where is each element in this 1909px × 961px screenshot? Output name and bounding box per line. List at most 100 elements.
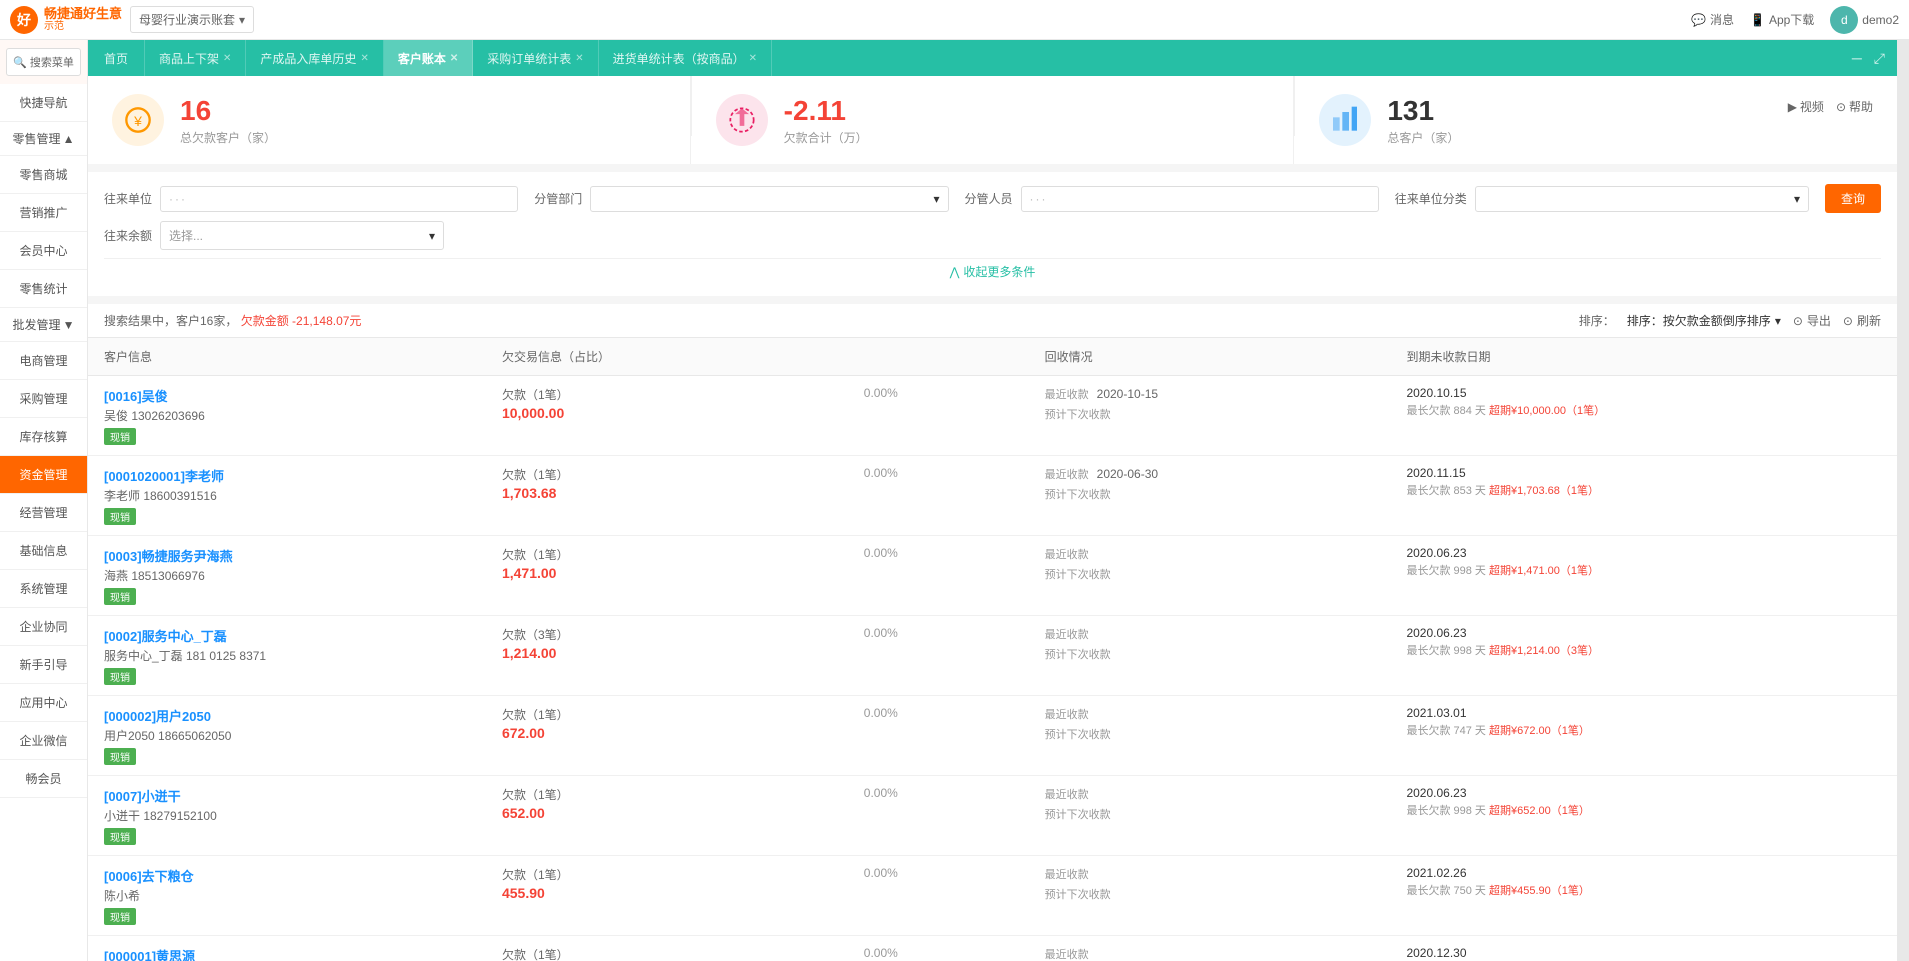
sidebar-item-zero-retail-mgmt[interactable]: 零售管理 ▲ <box>0 122 87 156</box>
next-collect-1: 预计下次收款 <box>1045 486 1375 502</box>
avatar: d <box>1830 6 1858 34</box>
app-download-btn[interactable]: 📱 App下载 <box>1750 11 1814 28</box>
filter-person: 分管人员 ··· <box>965 186 1379 212</box>
filter-row-2: 往来余额 选择... ▾ <box>104 221 1881 250</box>
search-icon: 🔍 <box>13 56 27 69</box>
search-menu-btn[interactable]: 🔍 搜索菜单 <box>6 48 81 76</box>
dept-select[interactable]: ▾ <box>590 186 948 212</box>
company-selector[interactable]: 母婴行业演示账套 ▾ <box>130 6 254 33</box>
arrow-icon: ▲ <box>63 132 75 146</box>
cell-percent-5: 0.00% <box>848 776 1029 856</box>
tab-close-icon3[interactable]: ✕ <box>450 53 458 64</box>
debt-amount-3[interactable]: 1,214.00 <box>502 645 832 661</box>
sidebar-item-inventory[interactable]: 库存核算 <box>0 418 87 456</box>
debt-count-7: 欠款（1笔） <box>502 946 832 961</box>
tab-customer-account[interactable]: 客户账本 ✕ <box>384 40 473 76</box>
refresh-btn[interactable]: ⊙ 刷新 <box>1843 312 1881 329</box>
customer-phone-2: 海燕 18513066976 <box>104 567 470 584</box>
sidebar-item-member-center[interactable]: 会员中心 <box>0 232 87 270</box>
sidebar-item-batch-mgmt[interactable]: 批发管理 ▼ <box>0 308 87 342</box>
overdue-link-5[interactable]: 超期¥652.00（1笔） <box>1489 805 1590 817</box>
debt-amount-4[interactable]: 672.00 <box>502 725 832 741</box>
customer-name-2[interactable]: [0003]畅捷服务尹海燕 <box>104 546 470 565</box>
overdue-link-4[interactable]: 超期¥672.00（1笔） <box>1489 725 1590 737</box>
cell-due-0: 2020.10.15 最长欠款 884 天 超期¥10,000.00（1笔） <box>1390 376 1897 456</box>
sidebar-item-purchase[interactable]: 采购管理 <box>0 380 87 418</box>
sidebar-item-enterprise-collab[interactable]: 企业协同 <box>0 608 87 646</box>
sidebar-item-zero-retail-mall[interactable]: 零售商城 <box>0 156 87 194</box>
due-date-4: 2021.03.01 <box>1406 706 1881 720</box>
sidebar-item-zero-retail-stats[interactable]: 零售统计 <box>0 270 87 308</box>
sidebar-item-ops-mgmt[interactable]: 经营管理 <box>0 494 87 532</box>
overdue-link-1[interactable]: 超期¥1,703.68（1笔） <box>1489 485 1599 497</box>
tab-close-icon[interactable]: ✕ <box>223 53 231 64</box>
tab-product-history[interactable]: 产成品入库单历史 ✕ <box>246 40 383 76</box>
filter-row-1: 往来单位 ··· 分管部门 ▾ 分管人员 <box>104 184 1881 213</box>
debt-amount-2[interactable]: 1,471.00 <box>502 565 832 581</box>
overdue-link-2[interactable]: 超期¥1,471.00（1笔） <box>1489 565 1599 577</box>
last-collect-label-3: 最近收款 <box>1045 626 1089 642</box>
search-button[interactable]: 查询 <box>1825 184 1881 213</box>
customer-name-7[interactable]: [000001]黄思源 <box>104 946 470 961</box>
sidebar-item-finance[interactable]: 资金管理 <box>0 456 87 494</box>
customer-name-3[interactable]: [0002]服务中心_丁磊 <box>104 626 470 645</box>
tab-product-history-label: 产成品入库单历史 <box>260 50 356 67</box>
help-btn[interactable]: ⊙ 帮助 <box>1836 98 1873 115</box>
card-icon-customers <box>1319 94 1371 146</box>
customer-name-6[interactable]: [0006]去下粮仓 <box>104 866 470 885</box>
customer-tag-4: 现销 <box>104 748 136 765</box>
sidebar-item-system-mgmt[interactable]: 系统管理 <box>0 570 87 608</box>
user-profile[interactable]: d demo2 <box>1830 6 1899 34</box>
debt-amount-6[interactable]: 455.90 <box>502 885 832 901</box>
sidebar-item-ecommerce[interactable]: 电商管理 <box>0 342 87 380</box>
tab-home[interactable]: 首页 <box>88 40 145 76</box>
debt-amount-1[interactable]: 1,703.68 <box>502 485 832 501</box>
tab-close-icon4[interactable]: ✕ <box>575 53 583 64</box>
overdue-link-6[interactable]: 超期¥455.90（1笔） <box>1489 885 1590 897</box>
customer-tag-2: 现销 <box>104 588 136 605</box>
table-row: [0016]吴俊 吴俊 13026203696 现销 欠款（1笔） 10,000… <box>88 376 1897 456</box>
customer-name-1[interactable]: [0001020001]李老师 <box>104 466 470 485</box>
video-btn[interactable]: ▶ 视频 <box>1788 98 1824 115</box>
tab-close-icon2[interactable]: ✕ <box>360 53 368 64</box>
sidebar-item-marketing[interactable]: 营销推广 <box>0 194 87 232</box>
customer-name-5[interactable]: [0007]小迸干 <box>104 786 470 805</box>
sort-selector[interactable]: 排序：按欠款金额倒序排序 ▾ <box>1627 312 1781 329</box>
last-collect-label-1: 最近收款 <box>1045 466 1089 482</box>
debt-amount-5[interactable]: 652.00 <box>502 805 832 821</box>
sort-dropdown-icon: ▾ <box>1775 314 1781 328</box>
card-icon-debt <box>716 94 768 146</box>
sidebar-item-chang-member[interactable]: 畅会员 <box>0 760 87 798</box>
sidebar-item-new-guide[interactable]: 新手引导 <box>0 646 87 684</box>
overdue-link-3[interactable]: 超期¥1,214.00（3笔） <box>1489 645 1599 657</box>
tab-expand-btn[interactable]: ⤢ <box>1870 46 1889 71</box>
person-input[interactable]: ··· <box>1021 186 1379 212</box>
sidebar-item-basic-info[interactable]: 基础信息 <box>0 532 87 570</box>
debt-count-5: 欠款（1笔） <box>502 786 832 803</box>
overdue-link-0[interactable]: 超期¥10,000.00（1笔） <box>1489 405 1605 417</box>
table-row: [000001]黄思源 黄思源 13552700226 现销 欠款（1笔） 42… <box>88 936 1897 961</box>
from-unit-dots: ··· <box>169 192 187 206</box>
tab-purchase-stats[interactable]: 采购订单统计表 ✕ <box>473 40 598 76</box>
from-unit-input[interactable]: ··· <box>160 186 518 212</box>
customer-name-0[interactable]: [0016]吴俊 <box>104 386 470 405</box>
cell-debt-6: 欠款（1笔） 455.90 <box>486 856 848 936</box>
collapse-filters-btn[interactable]: ⋀ 收起更多条件 <box>104 258 1881 284</box>
debt-amount-0[interactable]: 10,000.00 <box>502 405 832 421</box>
tab-minimize-btn[interactable]: ─ <box>1848 46 1866 71</box>
sidebar-item-app-center[interactable]: 应用中心 <box>0 684 87 722</box>
customer-name-4[interactable]: [000002]用户2050 <box>104 706 470 725</box>
message-btn[interactable]: 💬 消息 <box>1691 11 1734 28</box>
next-collect-0: 预计下次收款 <box>1045 406 1375 422</box>
table-body: [0016]吴俊 吴俊 13026203696 现销 欠款（1笔） 10,000… <box>88 376 1897 961</box>
export-btn[interactable]: ⊙ 导出 <box>1793 312 1831 329</box>
last-collect-label-5: 最近收款 <box>1045 786 1089 802</box>
cell-customer-6: [0006]去下粮仓 陈小希 现销 <box>88 856 486 936</box>
balance-select[interactable]: 选择... ▾ <box>160 221 444 250</box>
tab-close-icon5[interactable]: ✕ <box>749 53 757 64</box>
tab-purchase-stats-by-product[interactable]: 进货单统计表（按商品） ✕ <box>599 40 772 76</box>
tab-product-on-off[interactable]: 商品上下架 ✕ <box>145 40 246 76</box>
unit-class-select[interactable]: ▾ <box>1475 186 1809 212</box>
sidebar-item-quick-nav[interactable]: 快捷导航 <box>0 84 87 122</box>
sidebar-item-enterprise-wechat[interactable]: 企业微信 <box>0 722 87 760</box>
